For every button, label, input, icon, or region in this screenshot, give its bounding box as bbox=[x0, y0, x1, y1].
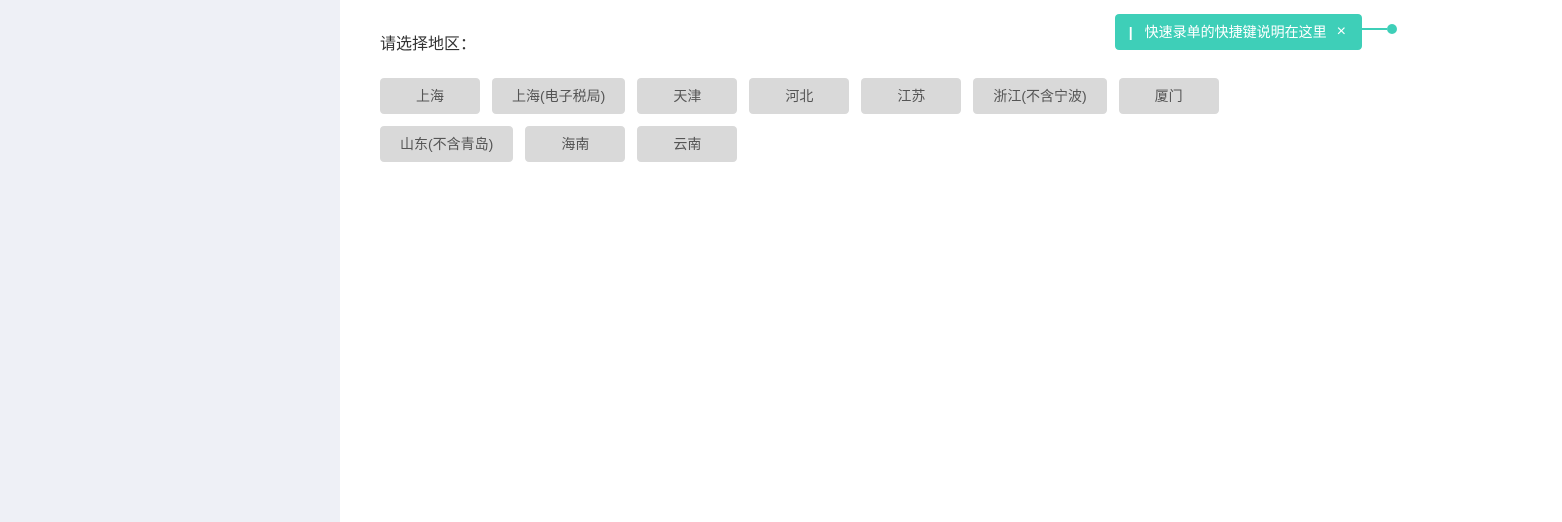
tooltip-text: 快速录单的快捷键说明在这里 bbox=[1145, 22, 1327, 42]
region-button-group: 上海 上海(电子税局) 天津 河北 江苏 浙江(不含宁波) 厦门 bbox=[380, 78, 1522, 114]
tooltip-close-button[interactable]: × bbox=[1335, 24, 1348, 40]
btn-xiamen[interactable]: 厦门 bbox=[1119, 78, 1219, 114]
tooltip-connector-dot bbox=[1387, 24, 1397, 34]
btn-hebei[interactable]: 河北 bbox=[749, 78, 849, 114]
btn-shanghai[interactable]: 上海 bbox=[380, 78, 480, 114]
btn-zhejiang[interactable]: 浙江(不含宁波) bbox=[973, 78, 1106, 114]
sidebar bbox=[0, 0, 340, 522]
btn-tianjin[interactable]: 天津 bbox=[637, 78, 737, 114]
btn-jiangsu[interactable]: 江苏 bbox=[861, 78, 961, 114]
tooltip-banner: 快速录单的快捷键说明在这里 × bbox=[1115, 14, 1362, 50]
tooltip-connector-line bbox=[1357, 28, 1387, 30]
btn-hainan[interactable]: 海南 bbox=[525, 126, 625, 162]
btn-yunnan[interactable]: 云南 bbox=[637, 126, 737, 162]
region-button-group-2: 山东(不含青岛) 海南 云南 bbox=[380, 126, 1522, 162]
btn-shanghai-etax[interactable]: 上海(电子税局) bbox=[492, 78, 625, 114]
btn-shandong[interactable]: 山东(不含青岛) bbox=[380, 126, 513, 162]
main-content: 请选择地区： 上海 上海(电子税局) 天津 河北 江苏 浙江(不含宁波) 厦门 … bbox=[340, 0, 1562, 522]
